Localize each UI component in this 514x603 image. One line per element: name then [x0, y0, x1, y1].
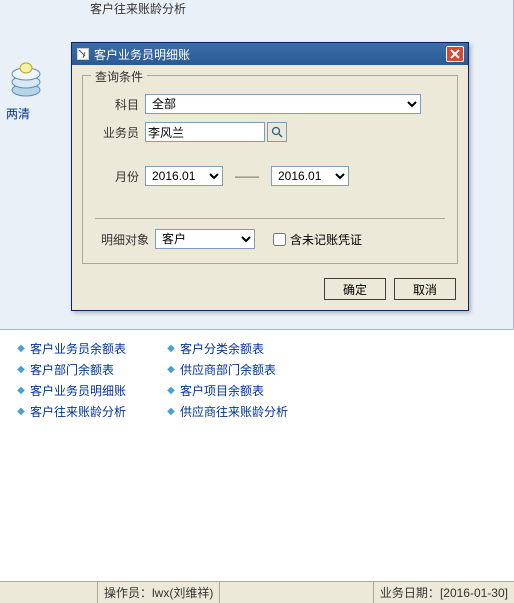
status-operator: 操作员：lwx(刘维祥) — [98, 582, 220, 603]
fieldset-legend: 查询条件 — [91, 68, 147, 85]
ok-button[interactable]: 确定 — [324, 278, 386, 300]
detail-label: 明细对象 — [95, 231, 149, 248]
background-label[interactable]: 两清 — [6, 105, 30, 122]
bullet-icon: ◆ — [166, 365, 176, 375]
bullet-icon: ◆ — [16, 407, 26, 417]
report-link[interactable]: ◆ 客户项目余额表 — [166, 382, 288, 399]
report-link[interactable]: ◆ 客户往来账龄分析 — [16, 403, 126, 420]
dialog-title: 客户业务员明细账 — [94, 46, 446, 63]
subject-label: 科目 — [95, 96, 139, 113]
background-icon — [6, 60, 46, 100]
report-link-label: 客户分类余额表 — [180, 340, 264, 357]
month-from-select[interactable]: 2016.01 — [145, 166, 223, 186]
report-link[interactable]: ◆ 供应商往来账龄分析 — [166, 403, 288, 420]
link-area: ◆ 客户业务员余额表 ◆ 客户部门余额表 ◆ 客户业务员明细账 ◆ 客户往来账龄分析 ◆ 客户分… — [16, 340, 288, 420]
status-cell-blank — [0, 582, 98, 603]
status-spacer — [220, 582, 374, 603]
subject-select[interactable]: 全部 — [145, 94, 421, 114]
month-sep: —— — [235, 169, 259, 183]
report-link[interactable]: ◆ 供应商部门余额表 — [166, 361, 288, 378]
report-link[interactable]: ◆ 客户业务员明细账 — [16, 382, 126, 399]
month-label: 月份 — [95, 168, 139, 185]
operator-label: 业务员 — [95, 124, 139, 141]
query-fieldset: 查询条件 科目 全部 业务员 月份 — [82, 75, 458, 264]
report-link-label: 客户往来账龄分析 — [30, 403, 126, 420]
unposted-checkbox-wrap[interactable]: 含未记账凭证 — [269, 230, 362, 249]
title-icon — [76, 47, 90, 61]
bullet-icon: ◆ — [16, 344, 26, 354]
bg-heading: 客户往来账龄分析 — [90, 0, 186, 17]
dialog: 客户业务员明细账 查询条件 科目 全部 业务员 — [71, 42, 469, 311]
operator-input[interactable] — [145, 122, 265, 142]
bullet-icon: ◆ — [166, 386, 176, 396]
bullet-icon: ◆ — [16, 386, 26, 396]
status-bar: 操作员：lwx(刘维祥) 业务日期：[2016-01-30] — [0, 581, 514, 603]
report-link-label: 客户项目余额表 — [180, 382, 264, 399]
operator-search-button[interactable] — [267, 122, 287, 142]
divider — [95, 218, 445, 219]
close-button[interactable] — [446, 46, 464, 62]
bullet-icon: ◆ — [16, 365, 26, 375]
bullet-icon: ◆ — [166, 344, 176, 354]
unposted-checkbox[interactable] — [273, 233, 286, 246]
report-link-label: 客户业务员余额表 — [30, 340, 126, 357]
report-link-label: 供应商往来账龄分析 — [180, 403, 288, 420]
unposted-label: 含未记账凭证 — [290, 231, 362, 248]
search-icon — [271, 126, 283, 138]
detail-select[interactable]: 客户 — [155, 229, 255, 249]
report-link[interactable]: ◆ 客户分类余额表 — [166, 340, 288, 357]
title-bar: 客户业务员明细账 — [72, 43, 468, 65]
report-link[interactable]: ◆ 客户部门余额表 — [16, 361, 126, 378]
month-to-select[interactable]: 2016.01 — [271, 166, 349, 186]
report-link-label: 客户部门余额表 — [30, 361, 114, 378]
report-link-label: 供应商部门余额表 — [180, 361, 276, 378]
bullet-icon: ◆ — [166, 407, 176, 417]
report-link[interactable]: ◆ 客户业务员余额表 — [16, 340, 126, 357]
status-date: 业务日期：[2016-01-30] — [374, 582, 514, 603]
report-link-label: 客户业务员明细账 — [30, 382, 126, 399]
cancel-button[interactable]: 取消 — [394, 278, 456, 300]
